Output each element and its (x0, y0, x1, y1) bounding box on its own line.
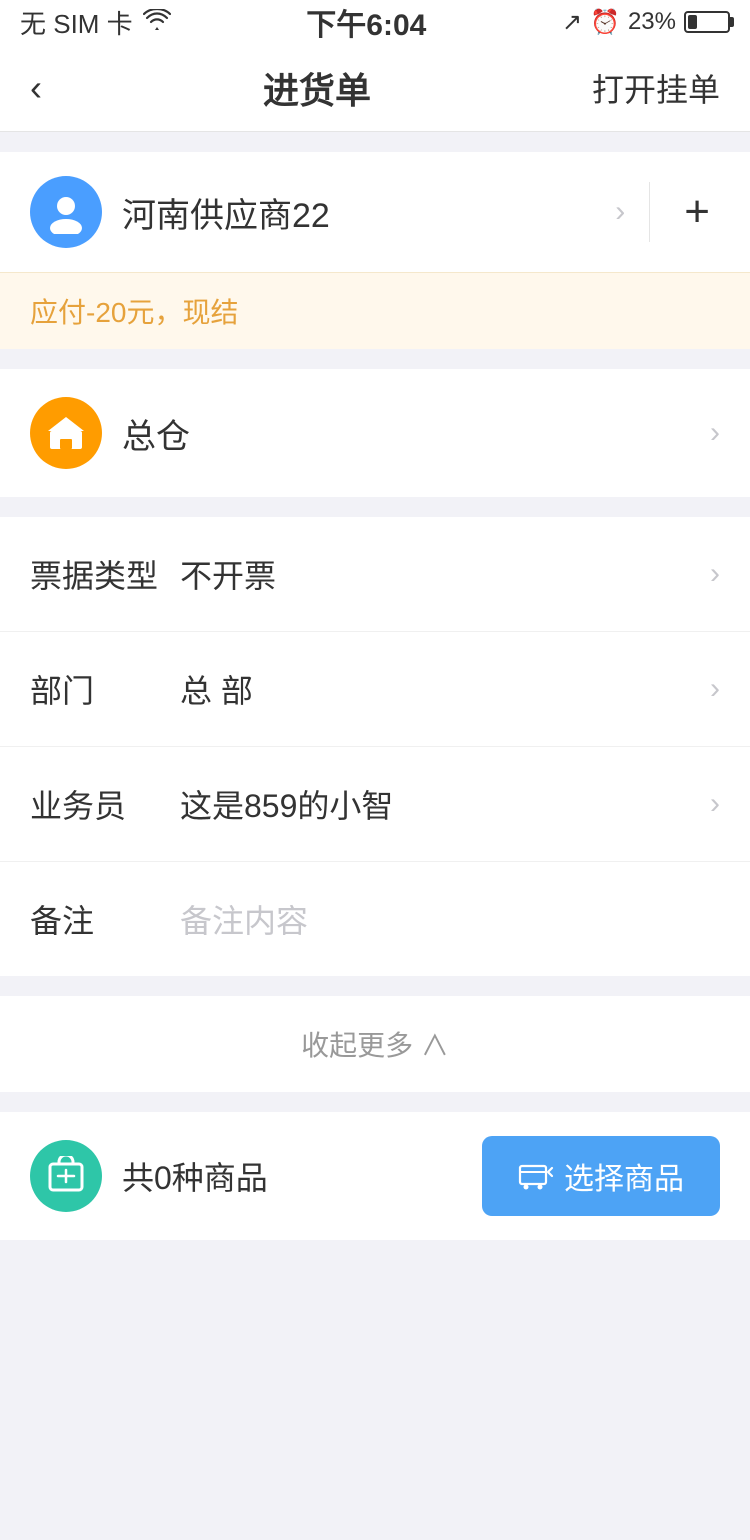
supplier-section: 河南供应商22 › + 应付-20元，现结 (0, 152, 750, 349)
department-chevron-icon: › (710, 672, 720, 706)
product-bar: 共0种商品 选择商品 (0, 1112, 750, 1240)
collapse-row[interactable]: 收起更多 ∧ (0, 996, 750, 1092)
supplier-divider (649, 182, 650, 242)
remark-input[interactable]: 备注内容 (180, 896, 720, 942)
status-right: ↗ ⏰ 23% (562, 8, 730, 37)
salesperson-row[interactable]: 业务员 这是859的小智 › (0, 747, 750, 862)
supplier-name: 河南供应商22 (122, 188, 615, 237)
department-label: 部门 (30, 666, 170, 712)
status-left: 无 SIM 卡 (20, 4, 171, 41)
cart-icon (518, 1162, 554, 1190)
warehouse-row[interactable]: 总仓 › (0, 369, 750, 497)
remark-label: 备注 (30, 896, 170, 942)
user-icon (44, 190, 88, 234)
salesperson-chevron-icon: › (710, 787, 720, 821)
form-section: 票据类型 不开票 › 部门 总 部 › 业务员 这是859的小智 › 备注 备注… (0, 517, 750, 976)
supplier-row[interactable]: 河南供应商22 › + (0, 152, 750, 272)
select-product-label: 选择商品 (564, 1154, 684, 1198)
wifi-icon (143, 7, 171, 38)
open-pending-button[interactable]: 打开挂单 (592, 65, 720, 111)
invoice-type-label: 票据类型 (30, 551, 170, 597)
back-button[interactable]: ‹ (30, 67, 42, 109)
product-count-text: 共0种商品 (122, 1153, 482, 1199)
battery-text: 23% (628, 8, 676, 36)
product-icon-wrap (30, 1140, 102, 1212)
salesperson-label: 业务员 (30, 781, 170, 827)
warehouse-icon-wrap (30, 397, 102, 469)
battery-icon (684, 11, 730, 33)
warehouse-name: 总仓 (122, 409, 710, 458)
notice-banner: 应付-20元，现结 (0, 272, 750, 349)
remark-row[interactable]: 备注 备注内容 (0, 862, 750, 976)
section-gap-1 (0, 132, 750, 152)
nav-bar: ‹ 进货单 打开挂单 (0, 44, 750, 132)
carrier-text: 无 SIM 卡 (20, 4, 133, 41)
supplier-chevron-icon: › (615, 195, 625, 229)
add-supplier-button[interactable]: + (674, 187, 720, 237)
location-icon: ↗ (562, 8, 582, 37)
status-bar: 无 SIM 卡 下午6:04 ↗ ⏰ 23% (0, 0, 750, 44)
status-time: 下午6:04 (306, 0, 426, 44)
warehouse-chevron-icon: › (710, 416, 720, 450)
salesperson-value: 这是859的小智 (180, 781, 710, 827)
notice-text: 应付-20元，现结 (30, 297, 238, 328)
invoice-type-chevron-icon: › (710, 557, 720, 591)
page-title: 进货单 (263, 62, 371, 114)
department-row[interactable]: 部门 总 部 › (0, 632, 750, 747)
product-icon (46, 1156, 86, 1196)
alarm-icon: ⏰ (590, 8, 620, 37)
page-background (0, 1240, 750, 1540)
invoice-type-value: 不开票 (180, 551, 710, 597)
select-product-button[interactable]: 选择商品 (482, 1136, 720, 1216)
collapse-label: 收起更多 ∧ (301, 1030, 449, 1061)
invoice-type-row[interactable]: 票据类型 不开票 › (0, 517, 750, 632)
department-value: 总 部 (180, 666, 710, 712)
warehouse-icon (46, 413, 86, 453)
supplier-avatar (30, 176, 102, 248)
